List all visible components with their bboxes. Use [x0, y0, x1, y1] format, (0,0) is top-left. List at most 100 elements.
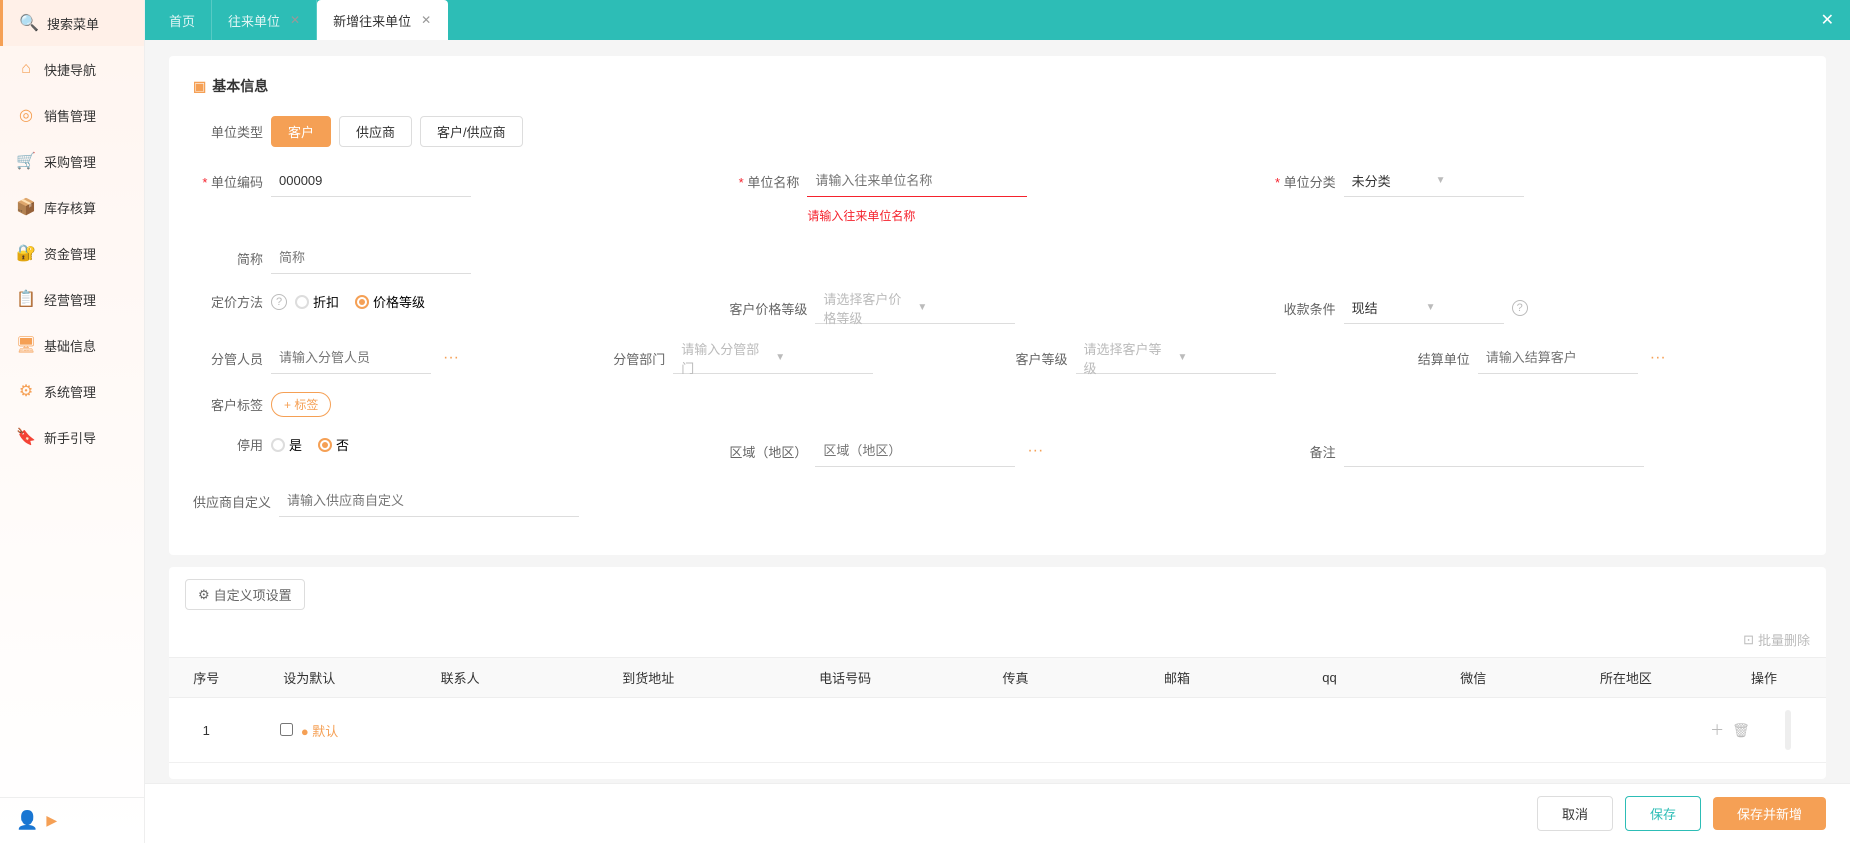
dept-arrow: ▼ — [775, 352, 865, 363]
table-section: ⚙ 自定义项设置 ⊡ 批量删除 序号 设为默认 联系人 到货地址 电话 — [169, 567, 1826, 779]
dept-label: 分管部门 — [595, 349, 665, 368]
footer: 取消 保存 保存并新增 — [145, 783, 1850, 843]
cell-fax — [939, 698, 1092, 763]
row-add-btn[interactable]: ＋ — [1710, 720, 1724, 740]
pricing-radio-group: 折扣 价格等级 — [295, 292, 425, 311]
sidebar-item-sales[interactable]: ◎ 销售管理 — [0, 92, 144, 138]
cell-seq: 1 — [169, 698, 244, 763]
row-actions: ＋ 🗑 — [1710, 706, 1818, 754]
col-fax: 传真 — [939, 658, 1092, 698]
scrollbar[interactable] — [1785, 710, 1791, 750]
tab-partners[interactable]: 往来单位 ✕ — [212, 0, 317, 40]
field-customer-tag: 客户标签 + 标签 — [193, 392, 1802, 417]
cell-wechat — [1397, 698, 1550, 763]
table-toolbar: ⊡ 批量删除 — [169, 622, 1826, 657]
contact-input[interactable] — [420, 723, 500, 738]
qq-input[interactable] — [1300, 723, 1360, 738]
settlement-more-btn[interactable]: ··· — [1646, 349, 1670, 367]
unit-code-input[interactable] — [271, 165, 471, 197]
sidebar-item-guide[interactable]: 🔖 新手引导 — [0, 414, 144, 460]
type-btn-both[interactable]: 客户/供应商 — [420, 116, 523, 147]
cell-address — [545, 698, 751, 763]
field-unit-type: 单位类型 客户 供应商 客户/供应商 — [193, 116, 1802, 147]
tab-new-partner[interactable]: 新增往来单位 ✕ — [317, 0, 448, 40]
add-tag-btn[interactable]: + 标签 — [271, 392, 331, 417]
form-row-unit-info: 单位编码 单位名称 请输入往来单位名称 单位分类 未分类 ▼ — [193, 165, 1802, 224]
sidebar-item-inventory[interactable]: 📦 库存核算 — [0, 184, 144, 230]
customer-price-level-select[interactable]: 请选择客户价格等级 ▼ — [815, 292, 1015, 324]
dept-select[interactable]: 请输入分管部门 ▼ — [673, 342, 873, 374]
row-region-input[interactable] — [1591, 723, 1661, 738]
pricing-discount[interactable]: 折扣 — [295, 292, 339, 311]
payment-terms-select[interactable]: 现结 ▼ — [1344, 292, 1504, 324]
cancel-button[interactable]: 取消 — [1537, 796, 1613, 831]
tab-home-label: 首页 — [169, 11, 195, 30]
sidebar-item-quick-nav[interactable]: ⌂ 快捷导航 — [0, 46, 144, 92]
default-radio-checked[interactable]: ● 默认 — [301, 724, 338, 739]
sidebar-label-sales: 销售管理 — [44, 106, 96, 125]
field-unit-name: 单位名称 请输入往来单位名称 — [729, 165, 1265, 224]
cell-qq — [1262, 698, 1397, 763]
manager-more-btn[interactable]: ··· — [439, 349, 463, 367]
payment-terms-value: 现结 — [1352, 298, 1422, 317]
row-delete-btn[interactable]: 🗑 — [1732, 722, 1750, 739]
manager-input[interactable] — [271, 342, 431, 374]
customer-price-level-placeholder: 请选择客户价格等级 — [823, 289, 913, 327]
sidebar-item-operations[interactable]: 📋 经营管理 — [0, 276, 144, 322]
field-remark: 备注 — [1266, 435, 1802, 467]
type-btn-customer[interactable]: 客户 — [271, 116, 331, 147]
form-row-disable: 停用 是 否 区域（地区） ··· — [193, 435, 1802, 467]
sidebar-item-base-info[interactable]: 🖥 基础信息 — [0, 322, 144, 368]
payment-terms-arrow: ▼ — [1426, 302, 1496, 313]
region-input[interactable] — [815, 435, 1015, 467]
payment-terms-help-icon[interactable]: ? — [1512, 300, 1528, 316]
unit-category-select[interactable]: 未分类 ▼ — [1344, 165, 1524, 197]
unit-name-input[interactable] — [807, 165, 1027, 197]
cell-phone — [751, 698, 939, 763]
section-title-text: 基本信息 — [212, 76, 268, 96]
tab-new-partner-close[interactable]: ✕ — [421, 13, 431, 27]
sales-icon: ◎ — [16, 105, 36, 125]
disable-no[interactable]: 否 — [318, 435, 349, 454]
tab-home[interactable]: 首页 — [153, 0, 212, 40]
form-row-short-name: 简称 — [193, 242, 1802, 274]
col-default: 设为默认 — [244, 658, 375, 698]
disable-no-label: 否 — [336, 435, 349, 454]
pricing-price-level[interactable]: 价格等级 — [355, 292, 425, 311]
supplier-custom-input[interactable] — [279, 485, 579, 517]
batch-delete-btn[interactable]: ⊡ 批量删除 — [1743, 630, 1810, 649]
row-checkbox[interactable] — [280, 723, 293, 736]
customer-level-select[interactable]: 请选择客户等级 ▼ — [1076, 342, 1276, 374]
pricing-help-icon[interactable]: ? — [271, 294, 287, 310]
sidebar-item-finance[interactable]: 🔐 资金管理 — [0, 230, 144, 276]
type-btn-supplier[interactable]: 供应商 — [339, 116, 412, 147]
sidebar-item-system[interactable]: ⚙ 系统管理 — [0, 368, 144, 414]
tab-bar-close-all[interactable]: ✕ — [1813, 10, 1842, 30]
disable-label: 停用 — [193, 435, 263, 454]
remark-input[interactable] — [1344, 435, 1644, 467]
tab-partners-close[interactable]: ✕ — [290, 13, 300, 27]
pricing-price-level-label: 价格等级 — [373, 292, 425, 311]
field-customer-price-level: 客户价格等级 请选择客户价格等级 ▼ — [729, 292, 1265, 324]
sidebar-item-purchase[interactable]: 🛒 采购管理 — [0, 138, 144, 184]
search-icon: 🔍 — [19, 13, 39, 33]
disable-yes[interactable]: 是 — [271, 435, 302, 454]
disable-yes-label: 是 — [289, 435, 302, 454]
fax-input[interactable] — [980, 723, 1050, 738]
wechat-input[interactable] — [1438, 723, 1508, 738]
email-input[interactable] — [1137, 723, 1217, 738]
save-new-button[interactable]: 保存并新增 — [1713, 797, 1826, 830]
sidebar-bottom: 👤 ▶ — [0, 797, 144, 843]
region-more-btn[interactable]: ··· — [1023, 442, 1047, 460]
settlement-input[interactable] — [1478, 342, 1638, 374]
custom-settings-btn[interactable]: ⚙ 自定义项设置 — [185, 579, 305, 610]
sidebar-label-inventory: 库存核算 — [44, 198, 96, 217]
sidebar-item-search[interactable]: 🔍 搜索菜单 — [0, 0, 144, 46]
save-button[interactable]: 保存 — [1625, 796, 1701, 831]
col-action: 操作 — [1702, 658, 1826, 698]
short-name-input[interactable] — [271, 242, 471, 274]
address-input[interactable] — [598, 723, 698, 738]
region-label: 区域（地区） — [729, 442, 807, 461]
phone-input[interactable] — [800, 723, 890, 738]
col-region: 所在地区 — [1550, 658, 1703, 698]
